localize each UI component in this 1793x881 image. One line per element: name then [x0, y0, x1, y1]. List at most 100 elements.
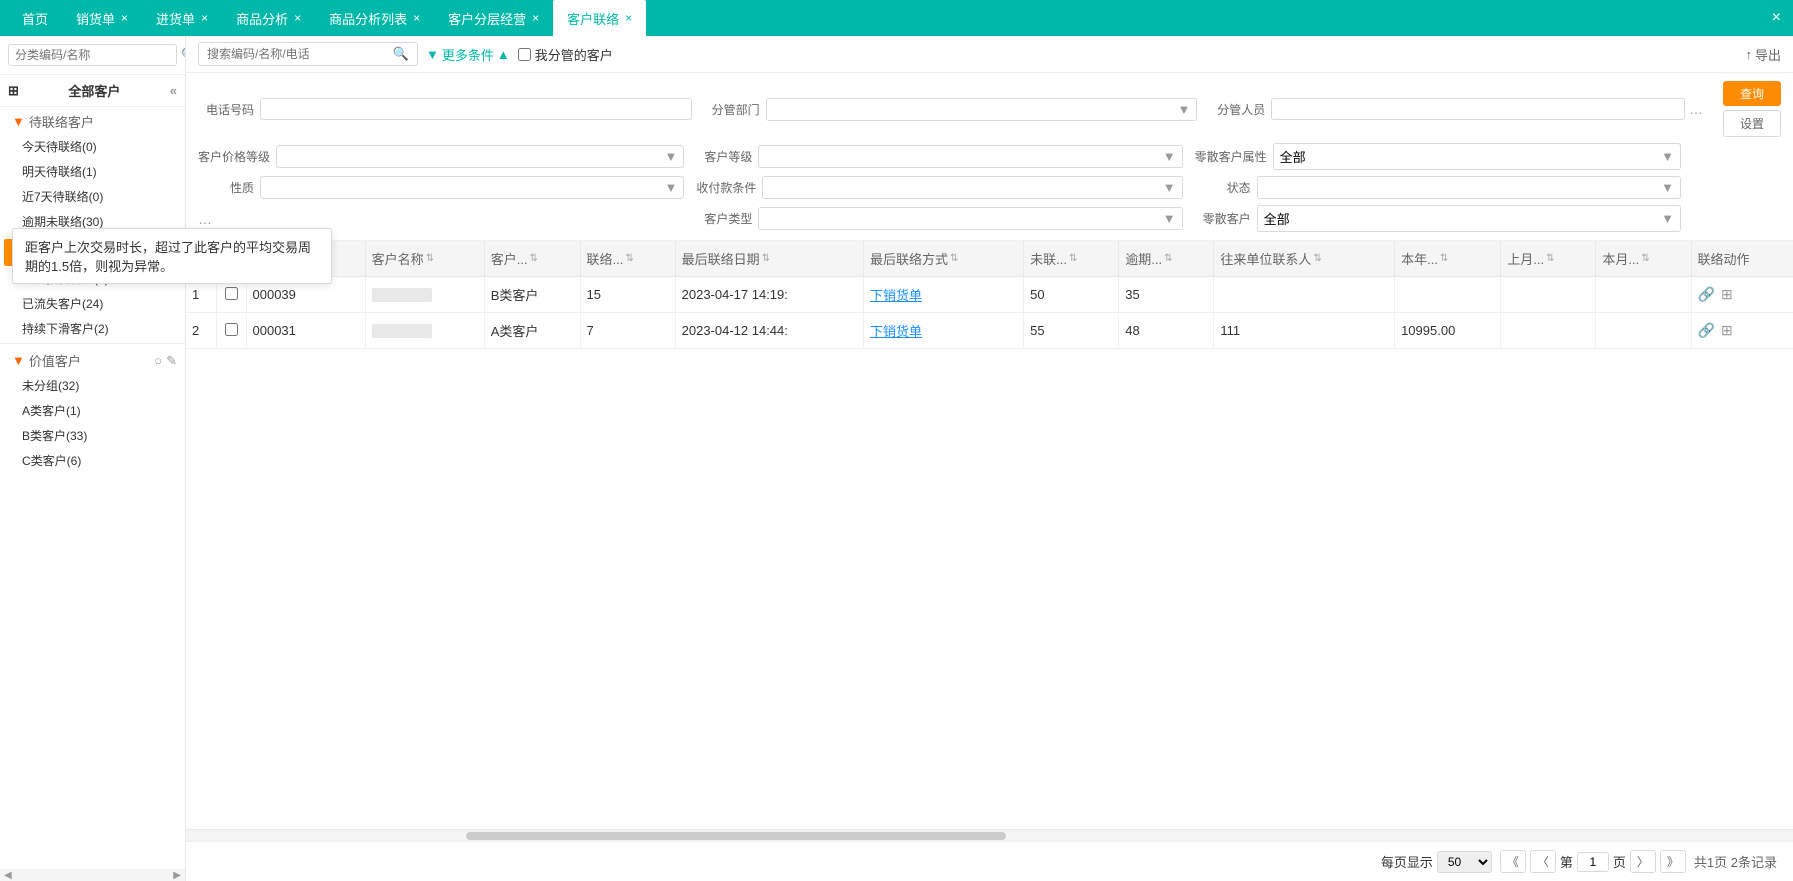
sort-name-icon: ⇅ [426, 253, 434, 264]
sidebar-edit-icon[interactable]: ○ [154, 353, 162, 369]
th-category[interactable]: 客户... ⇅ [484, 241, 580, 277]
retail-attr-select[interactable]: 全部 ▼ [1273, 143, 1681, 170]
retail-customer-select[interactable]: 全部 ▼ [1257, 205, 1681, 232]
nav-product-analysis-list[interactable]: 商品分析列表 × [315, 0, 434, 36]
dept-select[interactable]: ▼ [766, 98, 1198, 121]
phone-input[interactable] [260, 98, 692, 120]
sidebar-item-churned[interactable]: 已流失客户(24) [0, 291, 185, 316]
row-2-checkbox[interactable] [225, 323, 238, 336]
th-last-month[interactable]: 上月... ⇅ [1501, 241, 1596, 277]
action-link-icon-2[interactable]: 🔗 [1698, 322, 1715, 339]
export-icon: ↑ [1745, 47, 1752, 62]
filter-price-level: 客户价格等级 ▼ [198, 145, 684, 168]
price-level-select[interactable]: ▼ [276, 145, 684, 168]
td-this-month-2 [1596, 313, 1691, 349]
sidebar-item-unclassified[interactable]: 未分组(32) [0, 373, 185, 398]
filter-row-1: 电话号码 分管部门 ▼ 分管人员 … [198, 81, 1781, 137]
customer-level-select[interactable]: ▼ [758, 145, 1182, 168]
th-last-contact-method[interactable]: 最后联络方式 ⇅ [863, 241, 1023, 277]
nav-close-segment[interactable]: × [532, 11, 539, 25]
next-page-button[interactable]: 〉 [1630, 850, 1656, 873]
masked-name-1 [372, 288, 432, 302]
contact-method-link-2[interactable]: 下销货单 [870, 324, 922, 339]
th-customer-name[interactable]: 客户名称 ⇅ [365, 241, 484, 277]
sort-pending-icon: ⇅ [1069, 253, 1077, 264]
sidebar-divider-2 [0, 343, 185, 344]
prev-page-button[interactable]: 〈 [1530, 850, 1556, 873]
th-last-contact-date[interactable]: 最后联络日期 ⇅ [675, 241, 863, 277]
more-filter-dots[interactable]: … [198, 211, 212, 227]
toolbar-search-icon[interactable]: 🔍 [393, 46, 409, 62]
retail-attr-label: 零散客户属性 [1195, 148, 1267, 165]
sort-year-icon: ⇅ [1440, 253, 1448, 264]
nav-customer-segment[interactable]: 客户分层经营 × [434, 0, 553, 36]
status-select[interactable]: ▼ [1257, 176, 1681, 199]
scrollbar-thumb[interactable] [466, 832, 1006, 840]
nav-sales-order[interactable]: 销货单 × [62, 0, 142, 36]
sidebar-item-b-class[interactable]: B类客户(33) [0, 423, 185, 448]
nav-product-analysis[interactable]: 商品分析 × [222, 0, 315, 36]
more-conditions-button[interactable]: ▼ 更多条件 ▲ [426, 45, 510, 64]
td-date-1: 2023-04-17 14:19: [675, 277, 863, 313]
action-grid-icon-1[interactable]: ⊞ [1721, 286, 1733, 303]
sidebar-item-c-class[interactable]: C类客户(6) [0, 448, 185, 473]
filter-icon: ▼ [426, 47, 439, 62]
td-method-2[interactable]: 下销货单 [863, 313, 1023, 349]
settings-button[interactable]: 设置 [1723, 110, 1781, 137]
manager-more-icon[interactable]: … [1689, 101, 1703, 117]
contact-method-link-1[interactable]: 下销货单 [870, 288, 922, 303]
gender-select[interactable]: ▼ [260, 176, 684, 199]
sidebar-item-7days-pending[interactable]: 近7天待联络(0) [0, 184, 185, 209]
retail-customer-label: 零散客户 [1195, 210, 1251, 227]
sidebar-item-tomorrow-pending[interactable]: 明天待联络(1) [0, 159, 185, 184]
nav-customer-contact[interactable]: 客户联络 × [553, 0, 646, 36]
sidebar-collapse-button[interactable]: « [170, 83, 177, 98]
sidebar-item-today-pending[interactable]: 今天待联络(0) [0, 134, 185, 159]
th-contact[interactable]: 联络... ⇅ [580, 241, 675, 277]
filter-retail-attr: 零散客户属性 全部 ▼ [1195, 143, 1681, 170]
sidebar-add-icon[interactable]: ✎ [166, 353, 177, 369]
sidebar-search-input[interactable] [8, 44, 177, 66]
toolbar-search-input[interactable] [207, 47, 389, 61]
sidebar-scroll-left[interactable]: ◀ [4, 870, 12, 881]
last-page-button[interactable]: 》 [1660, 850, 1686, 873]
sidebar: 🔍 ⊞ 全部客户 « ▼ 待联络客户 今天待联络(0) 明天待联络(1) 近7天… [0, 36, 186, 881]
sidebar-item-a-class[interactable]: A类客户(1) [0, 398, 185, 423]
sidebar-scroll-right[interactable]: ▶ [173, 870, 181, 881]
horizontal-scrollbar[interactable] [186, 829, 1793, 841]
export-button[interactable]: ↑ 导出 [1745, 45, 1781, 64]
th-unit-contact[interactable]: 往来单位联系人 ⇅ [1214, 241, 1395, 277]
per-page-select[interactable]: 50 20 100 [1437, 851, 1492, 873]
query-button[interactable]: 查询 [1723, 81, 1781, 106]
row-1-checkbox[interactable] [225, 287, 238, 300]
td-method-1[interactable]: 下销货单 [863, 277, 1023, 313]
table-row: 2 000031 A类客户 7 2023-04-12 14:44: 下销货单 [186, 313, 1793, 349]
nav-close-sales[interactable]: × [121, 11, 128, 25]
nav-close-product-list[interactable]: × [413, 11, 420, 25]
nav-home[interactable]: 首页 [8, 0, 62, 36]
action-link-icon-1[interactable]: 🔗 [1698, 286, 1715, 303]
action-grid-icon-2[interactable]: ⊞ [1721, 322, 1733, 339]
window-close-button[interactable]: × [1772, 9, 1781, 27]
nav-close-contact[interactable]: × [625, 11, 632, 25]
manager-input[interactable] [1271, 98, 1685, 120]
td-code-2: 000031 [246, 313, 365, 349]
nav-purchase-order[interactable]: 进货单 × [142, 0, 222, 36]
th-pending[interactable]: 未联... ⇅ [1024, 241, 1119, 277]
customer-type-select[interactable]: ▼ [758, 207, 1182, 230]
sidebar-value-arrow: ▼ [12, 353, 25, 368]
payment-select[interactable]: ▼ [762, 176, 1182, 199]
th-this-year[interactable]: 本年... ⇅ [1395, 241, 1501, 277]
first-page-button[interactable]: 《 [1500, 850, 1526, 873]
sidebar-item-declining[interactable]: 持续下滑客户(2) [0, 316, 185, 341]
sort-contact-icon: ⇅ [625, 253, 633, 264]
filter-retail-customer: 零散客户 全部 ▼ [1195, 205, 1681, 232]
my-customers-checkbox[interactable] [518, 48, 531, 61]
nav-close-product-analysis[interactable]: × [294, 11, 301, 25]
th-this-month[interactable]: 本月... ⇅ [1596, 241, 1691, 277]
nav-close-purchase[interactable]: × [201, 11, 208, 25]
page-number-input[interactable] [1577, 852, 1609, 872]
th-actions: 联络动作 [1691, 241, 1793, 277]
gender-label: 性质 [198, 179, 254, 196]
th-overdue[interactable]: 逾期... ⇅ [1119, 241, 1214, 277]
